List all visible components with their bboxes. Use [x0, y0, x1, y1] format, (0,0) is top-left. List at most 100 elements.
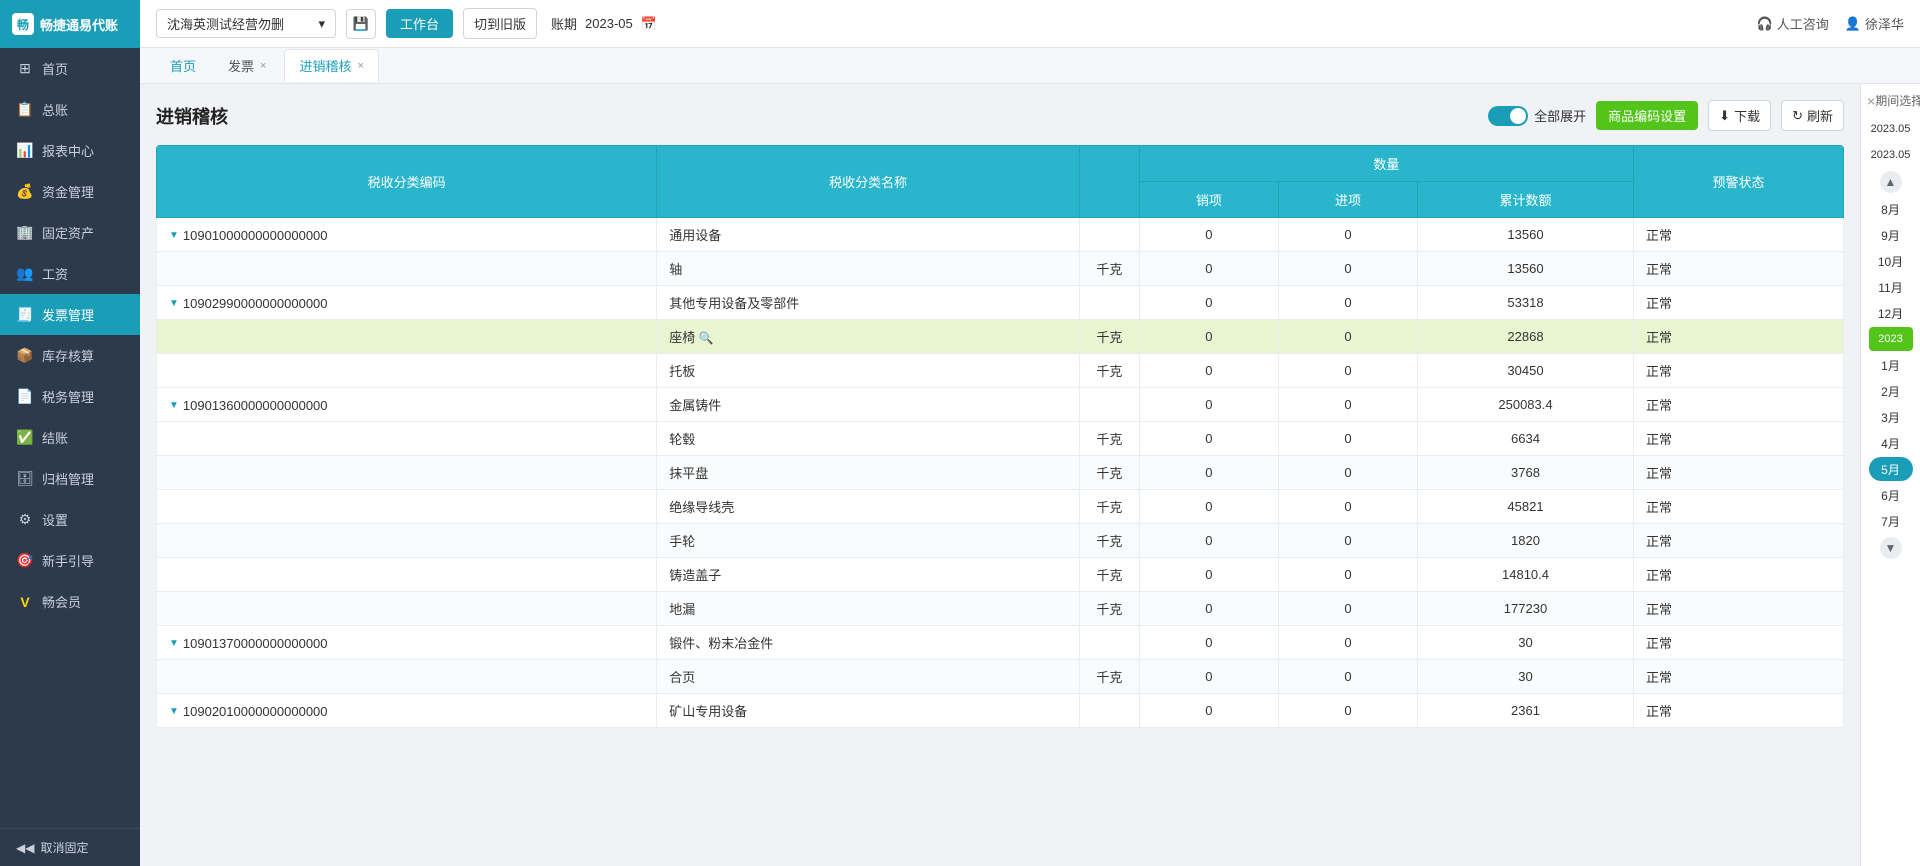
content-area: 进销稽核 全部展开 商品编码设置 ⬇ 下载 ↻ 刷新 — [140, 84, 1920, 866]
panel-close-button[interactable]: × — [1867, 93, 1875, 109]
table-row — [157, 252, 657, 286]
period-9[interactable]: 9月 — [1869, 223, 1913, 247]
vip-icon: V — [16, 594, 34, 610]
sidebar-item-archive[interactable]: 🗄 归档管理 — [0, 458, 140, 499]
table-cell-status: 正常 — [1634, 354, 1844, 388]
sidebar-item-payroll[interactable]: 👥 工资 — [0, 253, 140, 294]
table-cell-name: 矿山专用设备 — [657, 694, 1080, 728]
sidebar-item-funds[interactable]: 💰 资金管理 — [0, 171, 140, 212]
sidebar-item-home[interactable]: ⊞ 首页 — [0, 48, 140, 89]
sidebar-item-settlement[interactable]: ✅ 结账 — [0, 417, 140, 458]
tab-reconcile[interactable]: 进销稽核 × — [284, 49, 378, 82]
table-cell-sales: 0 — [1139, 490, 1278, 524]
sidebar-item-reports[interactable]: 📊 报表中心 — [0, 130, 140, 171]
table-cell-name: 通用设备 — [657, 218, 1080, 252]
pin-icon: ◀◀ — [16, 841, 34, 855]
table-cell-unit: 千克 — [1079, 422, 1139, 456]
table-row — [157, 354, 657, 388]
sidebar-item-inventory[interactable]: 📦 库存核算 — [0, 335, 140, 376]
period-2023-05-a[interactable]: 2023.05 — [1869, 117, 1913, 141]
period-2023-05-b[interactable]: 2023.05 — [1869, 143, 1913, 167]
table-cell-purchase: 0 — [1278, 320, 1417, 354]
sidebar-item-tax[interactable]: 📄 税务管理 — [0, 376, 140, 417]
header-warning: 预警状态 — [1634, 146, 1844, 218]
expand-icon[interactable]: ▼ 10901360000000000000 — [169, 398, 328, 413]
save-button[interactable]: 💾 — [346, 9, 376, 39]
scroll-up-button[interactable]: ▲ — [1880, 171, 1902, 193]
tab-reconcile-close[interactable]: × — [357, 60, 363, 72]
table-cell-name: 座椅 🔍 — [657, 320, 1080, 354]
expand-switch[interactable] — [1488, 106, 1528, 126]
download-button[interactable]: ⬇ 下载 — [1708, 100, 1771, 131]
ledger-icon: 📋 — [16, 101, 34, 118]
tab-invoices-close[interactable]: × — [260, 60, 266, 72]
sidebar-item-guide[interactable]: 🎯 新手引导 — [0, 540, 140, 581]
search-icon[interactable]: 🔍 — [699, 331, 714, 345]
sidebar-item-vip[interactable]: V 畅会员 — [0, 581, 140, 622]
period-11[interactable]: 11月 — [1869, 275, 1913, 299]
scroll-down-button[interactable]: ▼ — [1880, 537, 1902, 559]
sidebar-item-invoices[interactable]: 🧾 发票管理 — [0, 294, 140, 335]
sidebar-item-assets[interactable]: 🏢 固定资产 — [0, 212, 140, 253]
topbar: 沈海英测试经营勿删 ▾ 💾 工作台 切到旧版 账期 2023-05 📅 🎧 人工… — [140, 0, 1920, 48]
table-cell-sales: 0 — [1139, 592, 1278, 626]
settings-icon: ⚙ — [16, 511, 34, 528]
period-12[interactable]: 12月 — [1869, 301, 1913, 325]
period-2[interactable]: 2月 — [1869, 379, 1913, 403]
table-cell-purchase: 0 — [1278, 626, 1417, 660]
sidebar-item-label: 设置 — [42, 510, 68, 529]
table-cell-purchase: 0 — [1278, 456, 1417, 490]
workbench-button[interactable]: 工作台 — [386, 9, 453, 38]
tab-invoices-label: 发票 — [228, 56, 254, 75]
period-6[interactable]: 6月 — [1869, 483, 1913, 507]
table-cell-total: 1820 — [1418, 524, 1634, 558]
table-cell-unit: 千克 — [1079, 558, 1139, 592]
service-button[interactable]: 🎧 人工咨询 — [1757, 14, 1829, 33]
table-row: ▼ 10902990000000000000 — [157, 286, 657, 320]
reconcile-table: 税收分类编码 税收分类名称 数量 预警状态 销项 进项 累计数额 — [156, 145, 1844, 728]
switch-version-button[interactable]: 切到旧版 — [463, 8, 537, 39]
refresh-button[interactable]: ↻ 刷新 — [1781, 100, 1844, 131]
company-selector[interactable]: 沈海英测试经营勿删 ▾ — [156, 9, 336, 38]
table-cell-sales: 0 — [1139, 388, 1278, 422]
cancel-fixed-btn[interactable]: ◀◀ 取消固定 — [0, 828, 140, 866]
main-area: 沈海英测试经营勿删 ▾ 💾 工作台 切到旧版 账期 2023-05 📅 🎧 人工… — [140, 0, 1920, 866]
period-5[interactable]: 5月 — [1869, 457, 1913, 481]
period-10[interactable]: 10月 — [1869, 249, 1913, 273]
calendar-icon[interactable]: 📅 — [641, 16, 657, 32]
product-code-button[interactable]: 商品编码设置 — [1596, 101, 1698, 130]
tabbar: 首页 发票 × 进销稽核 × — [140, 48, 1920, 84]
table-cell-status: 正常 — [1634, 320, 1844, 354]
table-cell-name: 抹平盘 — [657, 456, 1080, 490]
tab-invoices[interactable]: 发票 × — [214, 50, 280, 81]
sidebar-item-ledger[interactable]: 📋 总账 — [0, 89, 140, 130]
sidebar-item-settings[interactable]: ⚙ 设置 — [0, 499, 140, 540]
page-content: 进销稽核 全部展开 商品编码设置 ⬇ 下载 ↻ 刷新 — [140, 84, 1860, 866]
table-cell-name: 绝缘导线壳 — [657, 490, 1080, 524]
period-8[interactable]: 8月 — [1869, 197, 1913, 221]
period-4[interactable]: 4月 — [1869, 431, 1913, 455]
header-purchase: 进项 — [1278, 182, 1417, 218]
table-cell-total: 30 — [1418, 660, 1634, 694]
expand-icon[interactable]: ▼ 10902990000000000000 — [169, 296, 328, 311]
table-cell-name: 金属铸件 — [657, 388, 1080, 422]
tab-home[interactable]: 首页 — [156, 50, 210, 81]
table-cell-total: 6634 — [1418, 422, 1634, 456]
period-1[interactable]: 1月 — [1869, 353, 1913, 377]
expand-icon[interactable]: ▼ 10901370000000000000 — [169, 636, 328, 651]
user-menu[interactable]: 👤 徐泽华 — [1845, 14, 1904, 33]
expand-toggle[interactable]: 全部展开 — [1488, 106, 1586, 126]
expand-label: 全部展开 — [1534, 106, 1586, 125]
expand-icon[interactable]: ▼ 10902010000000000000 — [169, 704, 328, 719]
user-avatar-icon: 👤 — [1845, 16, 1861, 32]
table-cell-total: 3768 — [1418, 456, 1634, 490]
table-cell-status: 正常 — [1634, 422, 1844, 456]
expand-icon[interactable]: ▼ 10901000000000000000 — [169, 228, 328, 243]
period-7[interactable]: 7月 — [1869, 509, 1913, 533]
table-cell-purchase: 0 — [1278, 252, 1417, 286]
table-cell-purchase: 0 — [1278, 524, 1417, 558]
table-cell-status: 正常 — [1634, 694, 1844, 728]
period-3[interactable]: 3月 — [1869, 405, 1913, 429]
year-2023[interactable]: 2023 — [1869, 327, 1913, 351]
table-cell-status: 正常 — [1634, 456, 1844, 490]
